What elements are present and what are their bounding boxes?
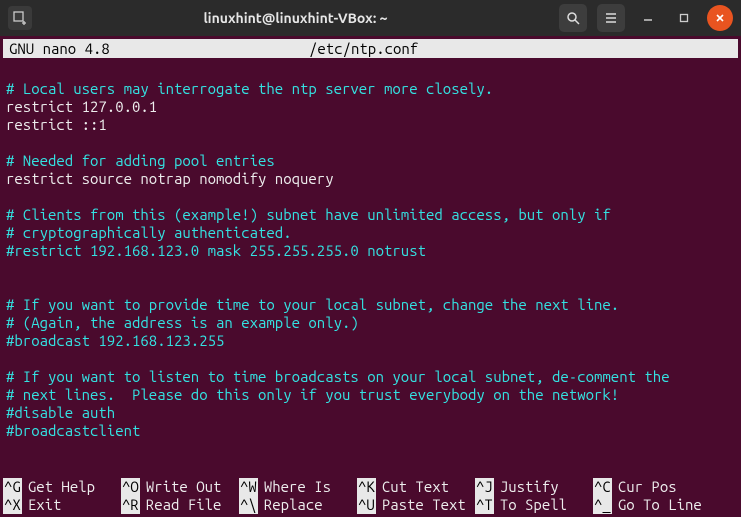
maximize-button[interactable] [671, 5, 697, 31]
shortcut-item: ^G Get Help [3, 478, 121, 496]
window-title: linuxhint@linuxhint-VBox: ~ [32, 10, 559, 26]
shortcut-label: Cur Pos [618, 478, 677, 496]
shortcut-item: ^C Cur Pos [593, 478, 711, 496]
shortcut-label: Paste Text [382, 496, 466, 514]
shortcut-item: ^_ Go To Line [593, 496, 711, 514]
nano-app-name: GNU nano 4.8 [9, 40, 309, 57]
shortcut-item: ^X Exit [3, 496, 121, 514]
editor-line: # Needed for adding pool entries [6, 152, 735, 170]
shortcut-label: To Spell [500, 496, 567, 514]
editor-line: restrict ::1 [6, 116, 735, 134]
new-tab-button[interactable] [8, 6, 32, 30]
shortcut-item: ^U Paste Text [357, 496, 475, 514]
shortcut-label: Where Is [264, 478, 331, 496]
shortcut-item: ^J Justify [475, 478, 593, 496]
editor-line: # cryptographically authenticated. [6, 224, 735, 242]
shortcut-key: ^X [3, 496, 22, 514]
editor-line: # If you want to provide time to your lo… [6, 296, 735, 314]
editor-line: #broadcast 192.168.123.255 [6, 332, 735, 350]
shortcut-item: ^\ Replace [239, 496, 357, 514]
editor-line: # (Again, the address is an example only… [6, 314, 735, 332]
editor-line: # next lines. Please do this only if you… [6, 386, 735, 404]
editor-line: #broadcastclient [6, 422, 735, 440]
nano-shortcuts: ^G Get Help ^O Write Out ^W Where Is ^K Cut Tex… [3, 478, 738, 514]
editor-line: #disable auth [6, 404, 735, 422]
shortcut-item: ^O Write Out [121, 478, 239, 496]
editor-content[interactable]: # Local users may interrogate the ntp se… [0, 58, 741, 440]
editor-line: # Clients from this (example!) subnet ha… [6, 206, 735, 224]
editor-line [6, 134, 735, 152]
shortcut-label: Read File [146, 496, 222, 514]
window-titlebar: linuxhint@linuxhint-VBox: ~ [0, 0, 741, 36]
shortcut-label: Exit [28, 496, 62, 514]
menu-button[interactable] [597, 4, 625, 32]
shortcut-label: Write Out [146, 478, 222, 496]
shortcut-label: Justify [500, 478, 559, 496]
minimize-button[interactable] [635, 5, 661, 31]
nano-header-bar: GNU nano 4.8 /etc/ntp.conf [3, 39, 738, 58]
shortcut-key: ^G [3, 478, 22, 496]
editor-line [6, 278, 735, 296]
nano-file-path: /etc/ntp.conf [309, 40, 418, 57]
shortcut-label: Replace [264, 496, 323, 514]
editor-line: restrict source notrap nomodify noquery [6, 170, 735, 188]
shortcut-key: ^W [239, 478, 258, 496]
shortcut-item: ^T To Spell [475, 496, 593, 514]
editor-line: # Local users may interrogate the ntp se… [6, 80, 735, 98]
shortcut-key: ^R [121, 496, 140, 514]
editor-line [6, 62, 735, 80]
editor-line [6, 350, 735, 368]
shortcut-label: Cut Text [382, 478, 449, 496]
shortcut-key: ^U [357, 496, 376, 514]
shortcut-key: ^O [121, 478, 140, 496]
shortcut-item: ^K Cut Text [357, 478, 475, 496]
shortcut-key: ^C [593, 478, 612, 496]
editor-line [6, 260, 735, 278]
shortcut-key: ^J [475, 478, 494, 496]
shortcut-key: ^\ [239, 496, 258, 514]
editor-line: # If you want to listen to time broadcas… [6, 368, 735, 386]
shortcut-key: ^T [475, 496, 494, 514]
search-button[interactable] [559, 4, 587, 32]
shortcut-item: ^R Read File [121, 496, 239, 514]
shortcut-label: Go To Line [618, 496, 702, 514]
editor-line [6, 188, 735, 206]
close-button[interactable] [707, 5, 733, 31]
shortcut-key: ^_ [593, 496, 612, 514]
editor-line: restrict 127.0.0.1 [6, 98, 735, 116]
shortcut-label: Get Help [28, 478, 95, 496]
shortcut-item: ^W Where Is [239, 478, 357, 496]
editor-line: #restrict 192.168.123.0 mask 255.255.255… [6, 242, 735, 260]
shortcut-key: ^K [357, 478, 376, 496]
